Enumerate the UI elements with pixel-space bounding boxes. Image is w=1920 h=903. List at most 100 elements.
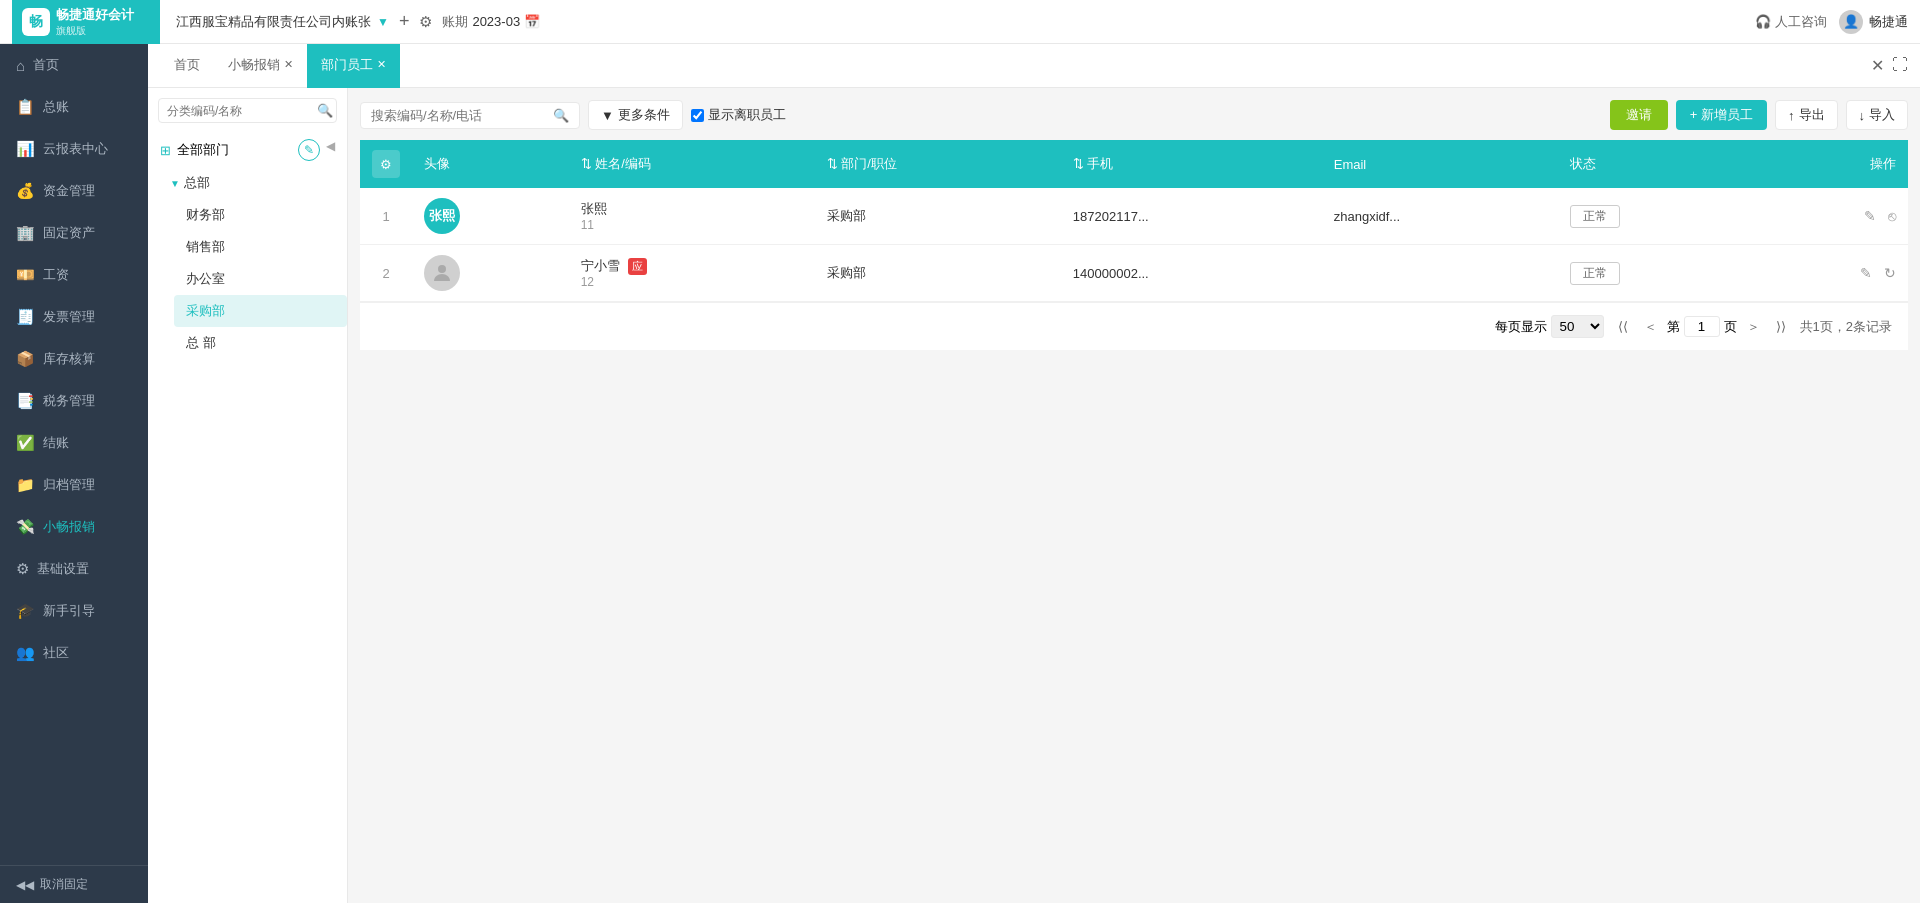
unpin-icon: ◀◀ xyxy=(16,878,34,892)
sidebar-label-ledger: 总账 xyxy=(43,98,69,116)
toolbar-right: 邀请 + 新增员工 ↑ 导出 ↓ 导入 xyxy=(1610,100,1908,130)
sidebar-item-closing[interactable]: ✅ 结账 xyxy=(0,422,148,464)
dept-item-headquarters[interactable]: ▼ 总部 xyxy=(158,167,347,199)
tab-expense-close-icon[interactable]: ✕ xyxy=(284,58,293,71)
row1-dept-cell: 采购部 xyxy=(815,188,1061,245)
dropdown-arrow-icon[interactable]: ▼ xyxy=(377,15,389,29)
add-company-btn[interactable]: + xyxy=(399,11,410,32)
tab-dept-employee[interactable]: 部门员工 ✕ xyxy=(307,44,400,88)
col-settings-btn[interactable]: ⚙ xyxy=(372,150,400,178)
row2-action-cell: ✎ ↻ xyxy=(1751,245,1908,302)
settings-icon[interactable]: ⚙ xyxy=(419,13,432,31)
per-page-select[interactable]: 50 100 200 xyxy=(1551,315,1604,338)
row2-index: 2 xyxy=(360,245,412,302)
edit-icon[interactable]: ✎ xyxy=(1860,265,1872,281)
logo-area: 畅 畅捷通好会计 旗舰版 xyxy=(12,0,160,44)
sidebar-item-guide[interactable]: 🎓 新手引导 xyxy=(0,590,148,632)
import-button[interactable]: ↓ 导入 xyxy=(1846,100,1909,130)
next-page-btn[interactable]: ＞ xyxy=(1741,316,1766,338)
dept-search-icon[interactable]: 🔍 xyxy=(317,103,333,118)
employee-area: 🔍 ▼ 更多条件 显示离职员工 邀请 + 新增员工 xyxy=(348,88,1920,903)
sidebar-item-capital[interactable]: 💰 资金管理 xyxy=(0,170,148,212)
main-layout: ⌂ 首页 📋 总账 📊 云报表中心 💰 资金管理 🏢 固定资产 💴 工资 🧾 发… xyxy=(0,44,1920,903)
table-row: 2 xyxy=(360,245,1908,302)
employee-table: ⚙ 头像 ⇅ 姓名/编码 ⇅ 部门/职位 ⇅ 手机 Email 状态 xyxy=(360,140,1908,302)
col-action: 操作 xyxy=(1751,140,1908,188)
filter-label: 更多条件 xyxy=(618,106,670,124)
dept-item-hq-sub[interactable]: 总 部 xyxy=(174,327,347,359)
dept-item-office[interactable]: 办公室 xyxy=(174,263,347,295)
sidebar-item-home[interactable]: ⌂ 首页 xyxy=(0,44,148,86)
employee-code: 11 xyxy=(581,218,803,232)
row1-phone-cell: 187202117... xyxy=(1061,188,1322,245)
page-number-input[interactable] xyxy=(1684,316,1720,337)
sidebar-item-salary[interactable]: 💴 工资 xyxy=(0,254,148,296)
tab-home-label: 首页 xyxy=(174,56,200,74)
tab-dept-close-icon[interactable]: ✕ xyxy=(377,58,386,71)
tab-bar: 首页 小畅报销 ✕ 部门员工 ✕ ✕ ⛶ xyxy=(148,44,1920,88)
sidebar-item-reports[interactable]: 📊 云报表中心 xyxy=(0,128,148,170)
sidebar-item-settings[interactable]: ⚙ 基础设置 xyxy=(0,548,148,590)
dept-all-header[interactable]: ⊞ 全部部门 ✎ ◀ xyxy=(148,133,347,167)
dept-tree-subgroup: 财务部 销售部 办公室 采购部 总 部 xyxy=(158,199,347,359)
inventory-icon: 📦 xyxy=(16,350,35,368)
sidebar-item-inventory[interactable]: 📦 库存核算 xyxy=(0,338,148,380)
show-resign-checkbox[interactable] xyxy=(691,109,704,122)
dept-panel: 🔍 ⊞ 全部部门 ✎ ◀ ▼ xyxy=(148,88,348,903)
dept-search-input[interactable] xyxy=(167,104,317,118)
filter-button[interactable]: ▼ 更多条件 xyxy=(588,100,683,130)
sidebar-item-assets[interactable]: 🏢 固定资产 xyxy=(0,212,148,254)
delete-icon[interactable]: ↻ xyxy=(1884,265,1896,281)
dept-collapse-icon[interactable]: ◀ xyxy=(326,139,335,161)
row1-name-cell: 张熙 11 xyxy=(569,188,815,245)
row2-avatar-cell xyxy=(412,245,569,302)
total-info: 共1页，2条记录 xyxy=(1800,318,1892,336)
page-content: 🔍 ⊞ 全部部门 ✎ ◀ ▼ xyxy=(148,88,1920,903)
row2-status-cell: 正常 xyxy=(1558,245,1751,302)
prev-page-btn[interactable]: ＜ xyxy=(1638,316,1663,338)
tab-home[interactable]: 首页 xyxy=(160,44,214,88)
add-employee-button[interactable]: + 新增员工 xyxy=(1676,100,1767,130)
col-name-code[interactable]: ⇅ 姓名/编码 xyxy=(569,140,815,188)
edit-icon[interactable]: ✎ xyxy=(1864,208,1876,224)
employee-search-input[interactable] xyxy=(371,108,553,123)
col-phone[interactable]: ⇅ 手机 xyxy=(1061,140,1322,188)
sidebar-item-archive[interactable]: 📁 归档管理 xyxy=(0,464,148,506)
guide-icon: 🎓 xyxy=(16,602,35,620)
row1-avatar-cell: 张熙 xyxy=(412,188,569,245)
employee-search-icon[interactable]: 🔍 xyxy=(553,108,569,123)
toolbar: 🔍 ▼ 更多条件 显示离职员工 邀请 + 新增员工 xyxy=(360,100,1908,130)
tab-close-window-icon[interactable]: ✕ xyxy=(1871,56,1884,75)
sidebar-item-tax[interactable]: 📑 税务管理 xyxy=(0,380,148,422)
dept-item-finance[interactable]: 财务部 xyxy=(174,199,347,231)
service-button[interactable]: 🎧 人工咨询 xyxy=(1755,13,1827,31)
logout-icon[interactable]: ⎋ xyxy=(1888,208,1896,224)
invite-button[interactable]: 邀请 xyxy=(1610,100,1668,130)
avatar xyxy=(424,255,460,291)
logo-sub-text: 旗舰版 xyxy=(56,24,134,38)
col-avatar: 头像 xyxy=(412,140,569,188)
calendar-icon[interactable]: 📅 xyxy=(524,14,540,29)
logo-icon: 畅 xyxy=(22,8,50,36)
show-resign-checkbox-label[interactable]: 显示离职员工 xyxy=(691,106,786,124)
status-badge: 正常 xyxy=(1570,262,1620,285)
sidebar-item-expense[interactable]: 💸 小畅报销 xyxy=(0,506,148,548)
sidebar-item-community[interactable]: 👥 社区 xyxy=(0,632,148,674)
expense-icon: 💸 xyxy=(16,518,35,536)
dept-item-purchasing[interactable]: 采购部 xyxy=(174,295,347,327)
sidebar-label-settings: 基础设置 xyxy=(37,560,89,578)
sidebar-item-ledger[interactable]: 📋 总账 xyxy=(0,86,148,128)
import-icon: ↓ xyxy=(1859,108,1866,123)
employee-name: 张熙 xyxy=(581,200,803,218)
last-page-btn[interactable]: ⟩⟩ xyxy=(1770,317,1792,336)
export-button[interactable]: ↑ 导出 xyxy=(1775,100,1838,130)
unpin-button[interactable]: ◀◀ 取消固定 xyxy=(0,865,148,903)
dept-item-sales[interactable]: 销售部 xyxy=(174,231,347,263)
tab-maximize-icon[interactable]: ⛶ xyxy=(1892,56,1908,75)
sidebar-item-invoice[interactable]: 🧾 发票管理 xyxy=(0,296,148,338)
first-page-btn[interactable]: ⟨⟨ xyxy=(1612,317,1634,336)
dept-edit-btn[interactable]: ✎ xyxy=(298,139,320,161)
dept-tree: ▼ 总部 财务部 销售部 办公室 采购部 总 部 xyxy=(148,167,347,359)
tab-expense[interactable]: 小畅报销 ✕ xyxy=(214,44,307,88)
col-dept[interactable]: ⇅ 部门/职位 xyxy=(815,140,1061,188)
